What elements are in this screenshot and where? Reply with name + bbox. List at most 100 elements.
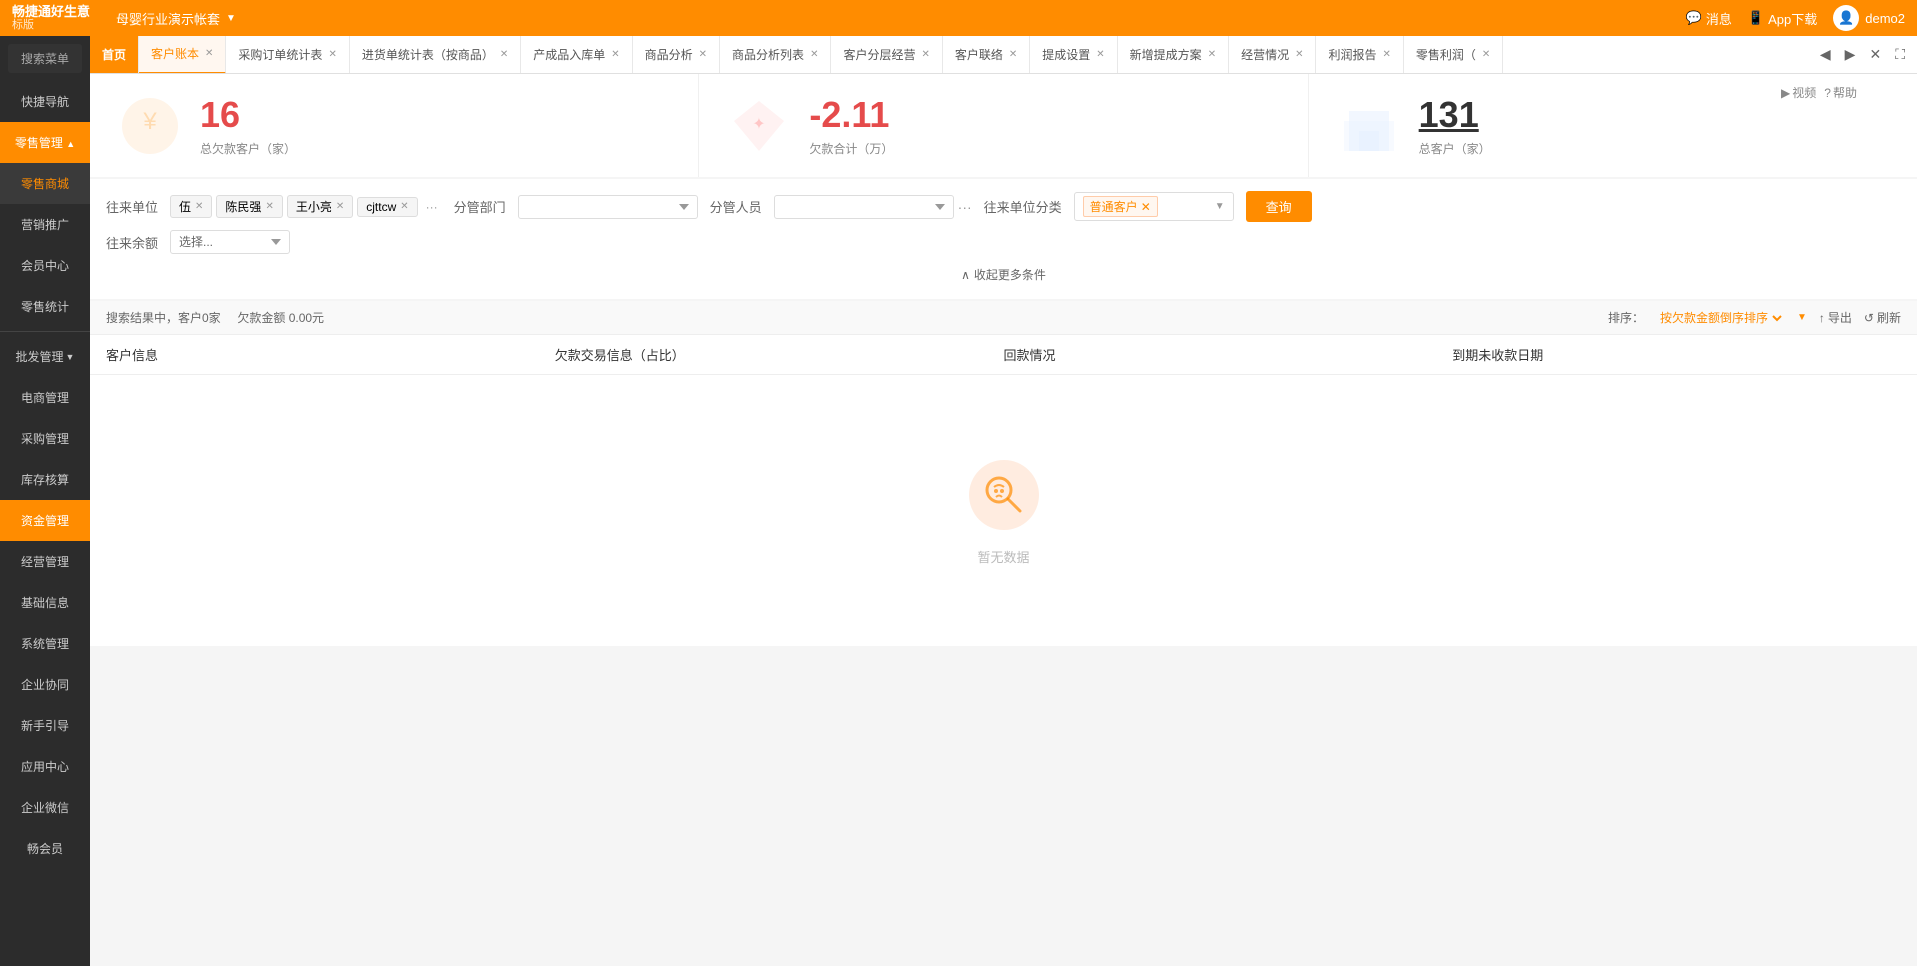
sidebar-item-enterprise[interactable]: 企业协同 [0,664,90,705]
close-customer-segment-icon[interactable]: ✕ [921,49,929,60]
sidebar-item-marketing[interactable]: 营销推广 [0,204,90,245]
filter-tag-cjttcw: cjttcw ✕ [357,197,417,217]
tabs-maximize-btn[interactable]: ⛶ [1891,44,1909,65]
tab-home[interactable]: 首页 [90,36,139,74]
logo: 畅捷通好生意 标版 [12,4,90,33]
tab-commission-settings[interactable]: 提成设置 ✕ [1030,36,1117,74]
remove-tag-wang[interactable]: ✕ [336,201,344,212]
stat-info-credit: 16 总欠款客户（家） [200,94,296,157]
top-bar: 畅捷通好生意 标版 母婴行业演示帐套 ▼ 💬 消息 📱 App下载 👤 demo… [0,0,1917,36]
phone-icon: 📱 [1748,10,1764,26]
tab-product-analysis-list[interactable]: 商品分析列表 ✕ [720,36,831,74]
sidebar-item-vip[interactable]: 畅会员 [0,828,90,869]
stat-card-total-customers: 131 总客户（家） ▶ 视频 ? 帮助 [1309,74,1917,177]
sidebar-item-retail-mall[interactable]: 零售商城 [0,163,90,204]
sidebar-item-capital[interactable]: 资金管理 [0,500,90,541]
app-download-btn[interactable]: 📱 App下载 [1748,9,1817,28]
sidebar-item-batch[interactable]: 批发管理 ▼ [0,336,90,377]
balance-select[interactable]: 选择... [170,230,290,254]
tab-retail-profit[interactable]: 零售利润（ ✕ [1404,36,1503,74]
tab-cost-in[interactable]: 产成品入库单 ✕ [521,36,632,74]
tab-purchase-stats[interactable]: 进货单统计表（按商品） ✕ [350,36,521,74]
close-product-analysis-icon[interactable]: ✕ [699,49,707,60]
sidebar-item-app-center[interactable]: 应用中心 [0,746,90,787]
refresh-btn[interactable]: ↺ 刷新 [1864,309,1901,326]
question-icon: ? [1824,86,1831,100]
close-operation-status-icon[interactable]: ✕ [1295,49,1303,60]
sidebar-item-retail-stats[interactable]: 零售统计 [0,286,90,327]
stat-info-total: 131 总客户（家） [1419,94,1491,157]
building-icon [1339,96,1399,156]
sidebar-item-operation[interactable]: 经营管理 [0,541,90,582]
unit-type-selector[interactable]: 普通客户 ✕ ▼ [1074,192,1234,221]
tabs-next-btn[interactable]: ▶ [1841,44,1860,65]
message-icon: 💬 [1686,10,1702,26]
tab-operation-status[interactable]: 经营情况 ✕ [1229,36,1316,74]
video-help-btn[interactable]: ▶ 视频 [1781,84,1816,101]
close-customer-contact-icon[interactable]: ✕ [1009,49,1017,60]
sidebar-search-area: 搜索菜单 [0,36,90,81]
sort-select[interactable]: 按欠款金额倒序排序 [1656,310,1785,326]
stat-help: ▶ 视频 ? 帮助 [1781,84,1857,101]
collapse-filters-btn[interactable]: ∧ 收起更多条件 [106,262,1901,287]
remove-tag-wu[interactable]: ✕ [195,201,203,212]
tab-new-commission[interactable]: 新增提成方案 ✕ [1118,36,1229,74]
sidebar-item-purchase[interactable]: 采购管理 [0,418,90,459]
sidebar-item-enterprise-wechat[interactable]: 企业微信 [0,787,90,828]
sidebar-item-basic[interactable]: 基础信息 [0,582,90,623]
department-select-wrap [518,195,698,219]
sidebar-item-member[interactable]: 会员中心 [0,245,90,286]
close-purchase-stats-icon[interactable]: ✕ [500,49,508,60]
remove-customer-type-icon[interactable]: ✕ [1141,200,1151,214]
message-btn[interactable]: 💬 消息 [1686,9,1732,28]
search-btn[interactable]: 查询 [1246,191,1312,222]
filter-tag-wu: 伍 ✕ [170,195,212,218]
tabs-prev-btn[interactable]: ◀ [1816,44,1835,65]
tab-purchase-order[interactable]: 采购订单统计表 ✕ [226,36,349,74]
user-avatar[interactable]: 👤 demo2 [1833,5,1905,31]
tab-profit-report[interactable]: 利润报告 ✕ [1316,36,1403,74]
remove-tag-cjttcw[interactable]: ✕ [400,201,408,212]
industry-selector[interactable]: 母婴行业演示帐套 ▼ [116,9,236,28]
credit-amount-value: -2.11 [809,94,893,136]
stat-card-credit-amount: ✦ -2.11 欠款合计（万） [699,74,1308,177]
sidebar-item-system[interactable]: 系统管理 [0,623,90,664]
close-product-analysis-list-icon[interactable]: ✕ [810,49,818,60]
sidebar-item-retail-mgmt[interactable]: 零售管理 ▲ [0,122,90,163]
search-menu-btn[interactable]: 搜索菜单 [8,44,82,73]
unit-type-label: 往来单位分类 [984,197,1062,216]
export-btn[interactable]: ↑ 导出 [1819,309,1852,326]
close-customer-book-icon[interactable]: ✕ [205,48,213,59]
tab-customer-contact[interactable]: 客户联络 ✕ [943,36,1030,74]
close-commission-settings-icon[interactable]: ✕ [1096,49,1104,60]
close-retail-profit-icon[interactable]: ✕ [1482,49,1490,60]
tab-product-analysis[interactable]: 商品分析 ✕ [633,36,720,74]
tab-customer-book[interactable]: 客户账本 ✕ [139,36,226,74]
filter-area: 往来单位 伍 ✕ 陈民强 ✕ 王小亮 [90,179,1917,299]
close-new-commission-icon[interactable]: ✕ [1208,49,1216,60]
department-select[interactable] [518,195,698,219]
close-purchase-order-icon[interactable]: ✕ [328,49,336,60]
remove-tag-chen[interactable]: ✕ [265,201,273,212]
more-tags-btn[interactable]: ··· [422,198,442,216]
tabs-close-all-btn[interactable]: ✕ [1865,44,1885,65]
person-more-btn[interactable]: ··· [958,199,972,215]
result-info-bar: 搜索结果中，客户0家 欠款金额 0.00元 排序： 按欠款金额倒序排序 ▼ ↑ … [90,301,1917,335]
sidebar-item-inventory[interactable]: 库存核算 [0,459,90,500]
batch-arrow-icon: ▼ [66,352,75,362]
tab-customer-segment[interactable]: 客户分层经营 ✕ [831,36,942,74]
avatar-img: 👤 [1833,5,1859,31]
close-profit-report-icon[interactable]: ✕ [1383,49,1391,60]
close-cost-in-icon[interactable]: ✕ [611,49,619,60]
person-select[interactable] [774,195,954,219]
sidebar-item-newbie[interactable]: 新手引导 [0,705,90,746]
result-summary: 搜索结果中，客户0家 欠款金额 0.00元 [106,309,324,326]
top-bar-right: 💬 消息 📱 App下载 👤 demo2 [1686,5,1905,31]
empty-illustration [964,455,1044,535]
balance-label: 往来余额 [106,233,158,252]
help-btn[interactable]: ? 帮助 [1824,84,1857,101]
table-header: 客户信息 欠款交易信息（占比） 回款情况 到期未收款日期 [90,335,1917,375]
quick-nav-btn[interactable]: 快捷导航 [8,85,82,118]
sidebar-item-ecommerce[interactable]: 电商管理 [0,377,90,418]
collapse-up-icon: ∧ [961,268,970,282]
